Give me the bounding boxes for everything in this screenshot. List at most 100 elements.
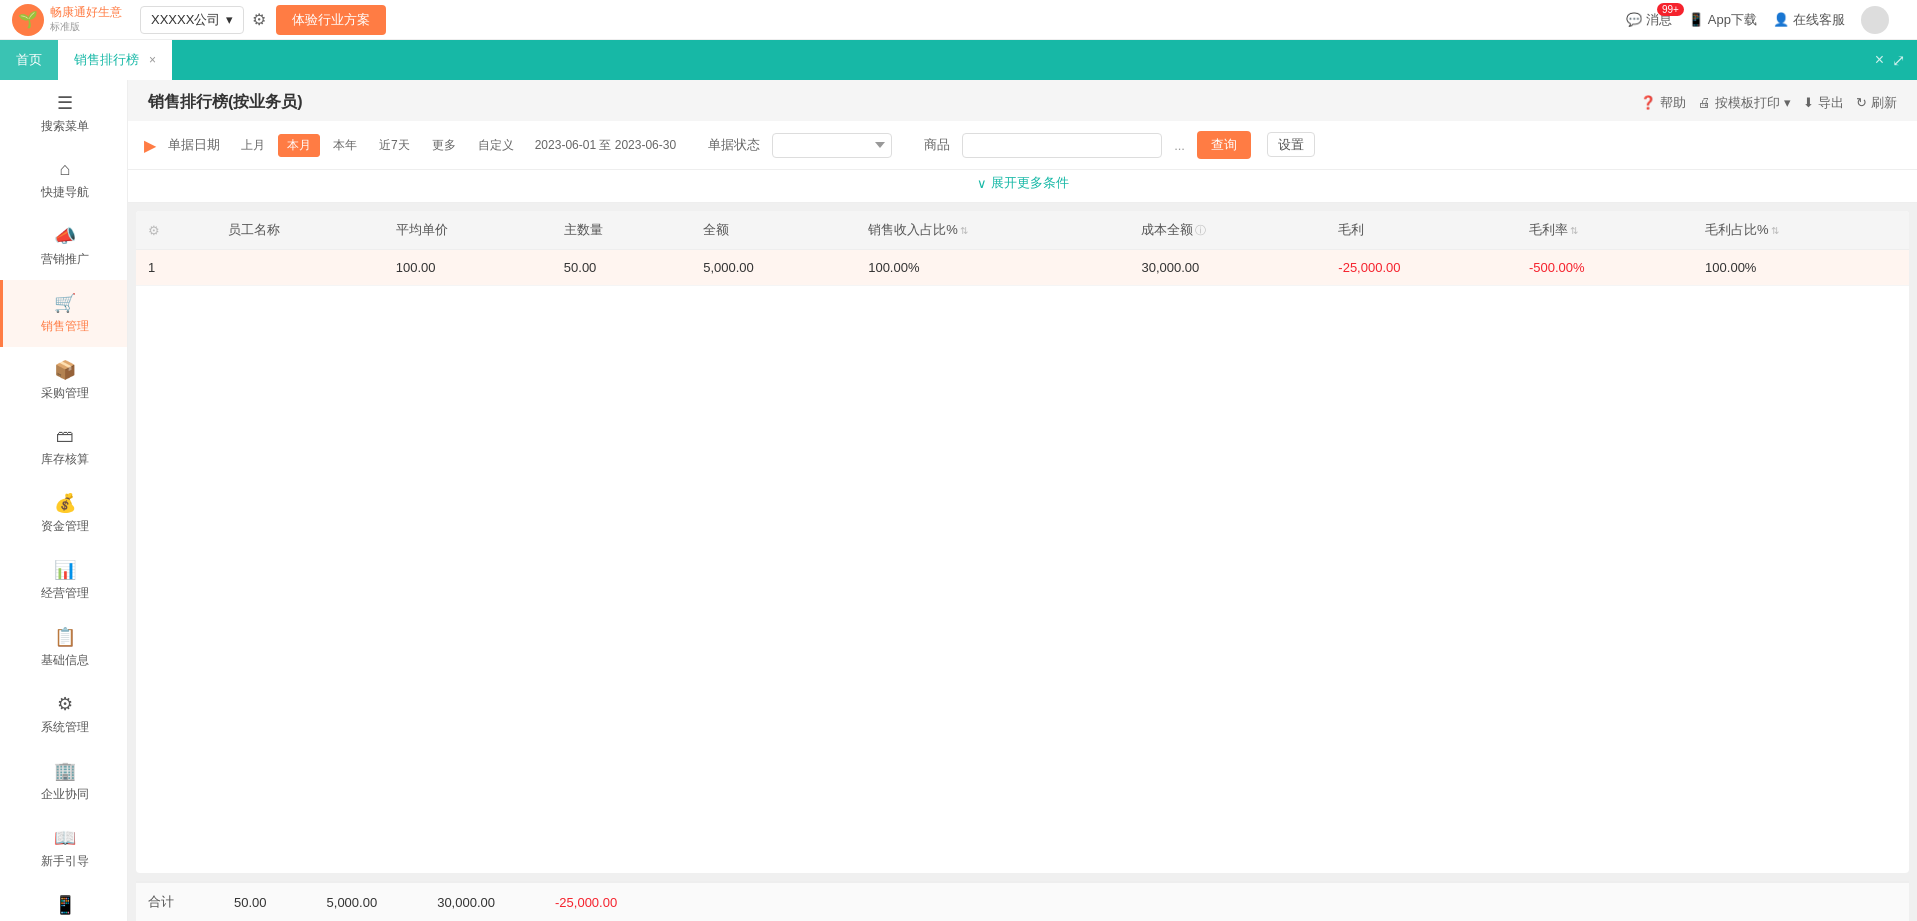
sidebar-item-label: 库存核算: [41, 451, 89, 468]
col-profit-pct: 毛利占比%⇅: [1693, 211, 1909, 250]
content-area: 销售排行榜(按业务员) ❓ 帮助 🖨 按模板打印 ▾ ⬇ 导出 ↻ 刷新: [128, 80, 1917, 921]
inventory-icon: 🗃: [56, 426, 74, 447]
close-tab-icon[interactable]: ×: [1875, 51, 1884, 69]
export-button[interactable]: ⬇ 导出: [1803, 94, 1844, 112]
sidebar-item-system[interactable]: ⚙ 系统管理: [0, 681, 127, 748]
col-sales-pct: 销售收入占比%⇅: [856, 211, 1129, 250]
footer-qty: 50.00: [234, 895, 267, 910]
sidebar-item-label: 快捷导航: [41, 184, 89, 201]
footer-amount: 5,000.00: [327, 895, 378, 910]
col-profit: 毛利: [1326, 211, 1517, 250]
logo-sub: 标准版: [50, 20, 122, 34]
date-range-display: 2023-06-01 至 2023-06-30: [535, 137, 676, 154]
settings-filter-btn[interactable]: 设置: [1267, 136, 1315, 154]
settings-icon[interactable]: ⚙: [252, 10, 266, 29]
custom-btn[interactable]: 自定义: [469, 134, 523, 157]
company-selector[interactable]: XXXXX公司 ▾: [140, 6, 244, 34]
current-year-btn[interactable]: 本年: [324, 134, 366, 157]
sidebar-item-inventory[interactable]: 🗃 库存核算: [0, 414, 127, 480]
trial-button[interactable]: 体验行业方案: [276, 5, 386, 35]
sidebar-item-label: 采购管理: [41, 385, 89, 402]
enterprise-icon: 🏢: [54, 760, 76, 782]
sidebar-item-app[interactable]: 📱 应用中心: [0, 882, 127, 921]
top-bar: 🌱 畅康通好生意 标准版 XXXXX公司 ▾ ⚙ 体验行业方案 💬 消息 99+…: [0, 0, 1917, 40]
cost-info-icon[interactable]: ⓘ: [1195, 224, 1206, 236]
app-icon: 📱: [1688, 12, 1704, 27]
chevron-down-icon: ▾: [226, 12, 233, 27]
purchase-icon: 📦: [54, 359, 76, 381]
page-actions: ❓ 帮助 🖨 按模板打印 ▾ ⬇ 导出 ↻ 刷新: [1640, 94, 1897, 112]
maximize-icon[interactable]: ⤢: [1892, 51, 1905, 70]
cell-profit-rate: -500.00%: [1517, 250, 1693, 286]
sort-icon[interactable]: ⇅: [960, 225, 968, 236]
cell-sales-pct: 100.00%: [856, 250, 1129, 286]
col-settings[interactable]: ⚙: [136, 211, 216, 250]
more-dots[interactable]: ...: [1174, 138, 1185, 153]
cell-qty: 50.00: [552, 250, 691, 286]
current-month-btn[interactable]: 本月: [278, 134, 320, 157]
cell-profit: -25,000.00: [1326, 250, 1517, 286]
table-row: 1 100.00 50.00 5,000.00 100.00% 30,000.0…: [136, 250, 1909, 286]
goods-input[interactable]: [962, 133, 1162, 158]
service-icon: 👤: [1773, 12, 1789, 27]
message-button[interactable]: 💬 消息 99+: [1626, 11, 1672, 29]
operations-icon: 📊: [54, 559, 76, 581]
col-amount: 全额: [691, 211, 856, 250]
search-icon: ☰: [57, 92, 73, 114]
column-settings-icon[interactable]: ⚙: [148, 223, 160, 238]
logo-icon: 🌱: [12, 4, 44, 36]
sidebar-item-label: 营销推广: [41, 251, 89, 268]
sidebar-item-enterprise[interactable]: 🏢 企业协同: [0, 748, 127, 815]
more-btn[interactable]: 更多: [423, 134, 465, 157]
sidebar-item-purchase[interactable]: 📦 采购管理: [0, 347, 127, 414]
goods-label: 商品: [924, 136, 950, 154]
sidebar-item-basic-info[interactable]: 📋 基础信息: [0, 614, 127, 681]
sort-icon2[interactable]: ⇅: [1570, 225, 1578, 236]
sidebar-item-sales[interactable]: 🛒 销售管理: [0, 280, 127, 347]
sidebar-item-quicknav[interactable]: ⌂ 快捷导航: [0, 147, 127, 213]
sidebar-item-finance[interactable]: 💰 资金管理: [0, 480, 127, 547]
expand-btn[interactable]: ∨ 展开更多条件: [977, 174, 1069, 192]
close-icon[interactable]: ×: [149, 53, 156, 67]
sidebar-item-marketing[interactable]: 📣 营销推广: [0, 213, 127, 280]
refresh-button[interactable]: ↻ 刷新: [1856, 94, 1897, 112]
cell-name: [216, 250, 384, 286]
sidebar-item-guide[interactable]: 📖 新手引导: [0, 815, 127, 882]
sidebar-item-label: 资金管理: [41, 518, 89, 535]
col-profit-rate: 毛利率⇅: [1517, 211, 1693, 250]
sidebar: ☰ 搜索菜单 ⌂ 快捷导航 📣 营销推广 🛒 销售管理 📦 采购管理 🗃 库存核…: [0, 80, 128, 921]
help-button[interactable]: ❓ 帮助: [1640, 94, 1686, 112]
expand-conditions-bar: ∨ 展开更多条件: [128, 170, 1917, 203]
chevron-down-icon: ∨: [977, 176, 987, 191]
nav-tabs: 首页 销售排行榜 × × ⤢: [0, 40, 1917, 80]
top-right-actions: 💬 消息 99+ 📱 App下载 👤 在线客服: [1626, 6, 1905, 34]
cell-amount: 5,000.00: [691, 250, 856, 286]
filter-arrow-icon[interactable]: ▶: [144, 136, 156, 155]
cell-avg-price: 100.00: [384, 250, 552, 286]
sidebar-item-label: 基础信息: [41, 652, 89, 669]
sidebar-item-label: 新手引导: [41, 853, 89, 870]
guide-icon: 📖: [54, 827, 76, 849]
avatar[interactable]: [1861, 6, 1889, 34]
sidebar-item-search[interactable]: ☰ 搜索菜单: [0, 80, 127, 147]
megaphone-icon: 📣: [54, 225, 76, 247]
online-service-button[interactable]: 👤 在线客服: [1773, 11, 1845, 29]
app-download-button[interactable]: 📱 App下载: [1688, 11, 1757, 29]
logo-text: 畅康通好生意: [50, 5, 122, 19]
print-button[interactable]: 🖨 按模板打印 ▾: [1698, 94, 1791, 112]
table-container: ⚙ 员工名称 平均单价 主数量 全额 销售收入占比%⇅ 成本全额ⓘ 毛利 毛利率…: [136, 211, 1909, 873]
last7-btn[interactable]: 近7天: [370, 134, 419, 157]
col-name: 员工名称: [216, 211, 384, 250]
col-avg-price: 平均单价: [384, 211, 552, 250]
last-month-btn[interactable]: 上月: [232, 134, 274, 157]
print-chevron-icon: ▾: [1784, 95, 1791, 110]
sidebar-item-operations[interactable]: 📊 经营管理: [0, 547, 127, 614]
refresh-icon: ↻: [1856, 95, 1867, 110]
tab-home[interactable]: 首页: [0, 40, 58, 80]
tab-sales-ranking[interactable]: 销售排行榜 ×: [58, 40, 172, 80]
query-button[interactable]: 查询: [1197, 131, 1251, 159]
status-select[interactable]: [772, 133, 892, 158]
cell-profit-pct: 100.00%: [1693, 250, 1909, 286]
sort-icon3[interactable]: ⇅: [1771, 225, 1779, 236]
sidebar-item-label: 销售管理: [41, 318, 89, 335]
